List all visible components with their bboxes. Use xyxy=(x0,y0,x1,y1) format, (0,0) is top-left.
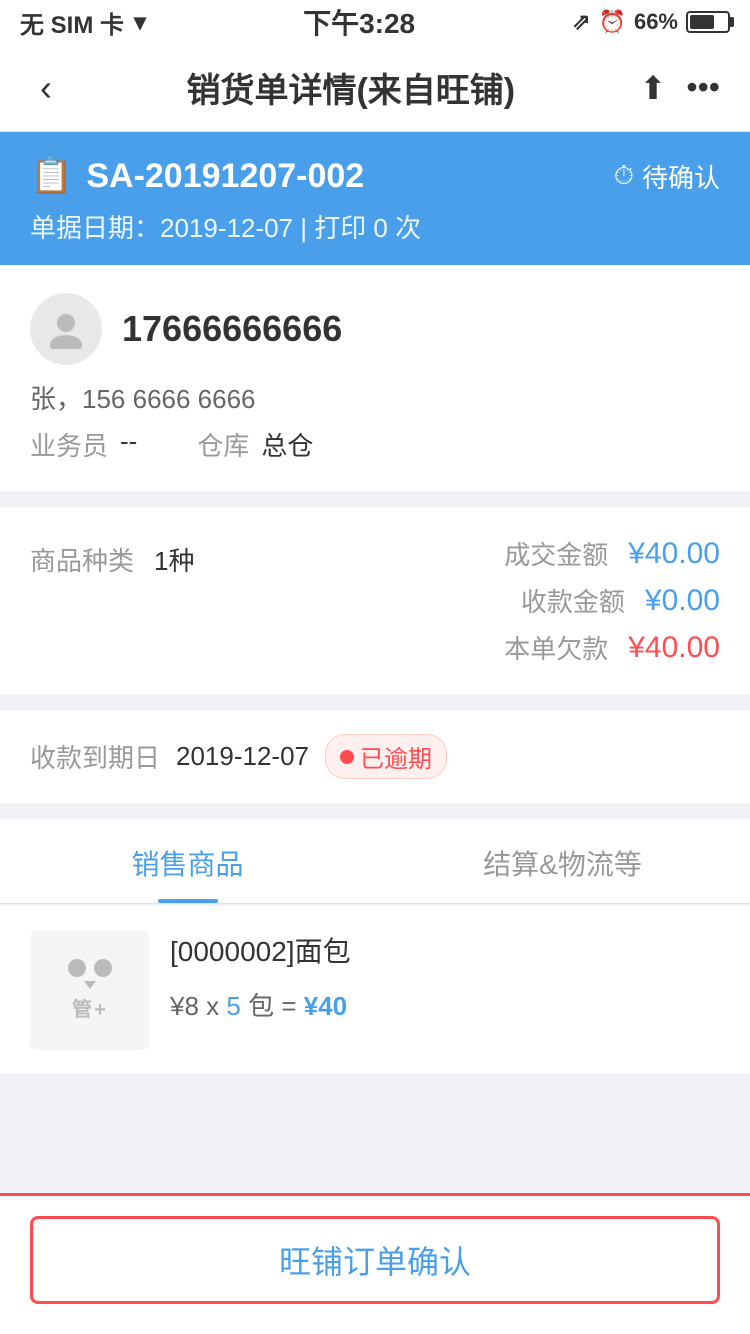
tab-settlement[interactable]: 结算&物流等 xyxy=(375,819,750,903)
avatar xyxy=(30,293,102,365)
summary-card: 商品种类 1种 成交金额 ¥40.00 收款金额 ¥0.00 本单欠款 ¥40.… xyxy=(0,507,750,694)
order-header: 📋 SA-20191207-002 ⏱ 待确认 单据日期：2019-12-07 … xyxy=(0,132,750,265)
order-status: ⏱ 待确认 xyxy=(614,158,720,195)
duedate-label: 收款到期日 xyxy=(30,738,160,775)
total-text: ¥40 xyxy=(304,991,347,1021)
order-icon: 📋 xyxy=(30,156,72,196)
equals-sign: = xyxy=(281,991,303,1021)
unit-text: 包 xyxy=(248,991,274,1021)
overdue-badge: 已逾期 xyxy=(325,734,447,779)
share-icon[interactable]: ⬆ xyxy=(640,69,667,107)
product-thumbnail: 管+ xyxy=(30,930,150,1050)
customer-name: 张，156 6666 6666 xyxy=(30,379,720,416)
status-left: 无 SIM 卡 ▾ xyxy=(20,5,146,40)
salesperson-label: 业务员 xyxy=(30,426,108,463)
type-label: 商品种类 xyxy=(30,541,134,578)
bottom-bar: 旺铺订单确认 xyxy=(0,1193,750,1334)
owed-label: 本单欠款 xyxy=(504,629,608,666)
nav-bar: ‹ 销货单详情(来自旺铺) ⬆ ••• xyxy=(0,44,750,132)
customer-meta: 业务员 -- 仓库 总仓 xyxy=(30,426,720,463)
order-date: 单据日期：2019-12-07 | 打印 0 次 xyxy=(30,208,720,245)
more-icon[interactable]: ••• xyxy=(686,69,720,106)
deal-value: ¥40.00 xyxy=(628,537,720,571)
warehouse-label: 仓库 xyxy=(197,426,249,463)
product-list: 管+ [0000002]面包 ¥8 x 5 包 = ¥40 xyxy=(0,906,750,1074)
owed-value: ¥40.00 xyxy=(628,631,720,665)
multiply-sign: x xyxy=(206,991,226,1021)
back-button[interactable]: ‹ xyxy=(30,57,62,119)
product-price: ¥8 x 5 包 = ¥40 xyxy=(170,986,720,1023)
product-info: [0000002]面包 ¥8 x 5 包 = ¥40 xyxy=(170,930,720,1023)
battery-percent: 66% xyxy=(634,9,678,35)
order-id-text: SA-20191207-002 xyxy=(86,157,364,196)
overdue-dot-icon xyxy=(340,750,354,764)
duedate-card: 收款到期日 2019-12-07 已逾期 xyxy=(0,710,750,803)
product-type: 商品种类 1种 xyxy=(30,535,194,578)
confirm-order-button[interactable]: 旺铺订单确认 xyxy=(30,1216,720,1304)
table-row: 管+ [0000002]面包 ¥8 x 5 包 = ¥40 xyxy=(0,906,750,1074)
alarm-icon: ⏰ xyxy=(599,9,626,35)
tab-settlement-label: 结算&物流等 xyxy=(483,849,642,880)
status-right: ⇗ ⏰ 66% xyxy=(572,9,730,35)
customer-card: 17666666666 张，156 6666 6666 业务员 -- 仓库 总仓 xyxy=(0,265,750,491)
quantity-text: 5 xyxy=(226,991,240,1021)
wifi-icon: ▾ xyxy=(134,8,146,37)
amount-summary: 成交金额 ¥40.00 收款金额 ¥0.00 本单欠款 ¥40.00 xyxy=(504,535,720,666)
salesperson-value: -- xyxy=(120,426,137,463)
duedate-date: 2019-12-07 xyxy=(176,741,309,772)
carrier-text: 无 SIM 卡 xyxy=(20,5,124,40)
price-text: ¥8 xyxy=(170,991,199,1021)
payment-label: 收款金额 xyxy=(521,582,625,619)
location-icon: ⇗ xyxy=(572,9,590,35)
page-title: 销货单详情(来自旺铺) xyxy=(186,63,515,112)
status-bar: 无 SIM 卡 ▾ 下午3:28 ⇗ ⏰ 66% xyxy=(0,0,750,44)
customer-phone: 17666666666 xyxy=(122,308,342,350)
payment-value: ¥0.00 xyxy=(645,584,720,618)
time-display: 下午3:28 xyxy=(303,2,415,42)
type-value: 1种 xyxy=(154,541,194,578)
status-clock-icon: ⏱ xyxy=(614,160,634,192)
deal-label: 成交金额 xyxy=(504,535,608,572)
overdue-text: 已逾期 xyxy=(360,739,432,774)
nav-actions: ⬆ ••• xyxy=(640,69,720,107)
tabs-container: 销售商品 结算&物流等 xyxy=(0,819,750,904)
order-status-text: 待确认 xyxy=(642,158,720,195)
warehouse-value: 总仓 xyxy=(261,426,313,463)
tab-sales-products[interactable]: 销售商品 xyxy=(0,819,375,903)
battery-icon xyxy=(686,11,730,33)
tab-sales-label: 销售商品 xyxy=(131,849,243,880)
product-name: [0000002]面包 xyxy=(170,930,720,970)
order-id: 📋 SA-20191207-002 xyxy=(30,156,364,196)
